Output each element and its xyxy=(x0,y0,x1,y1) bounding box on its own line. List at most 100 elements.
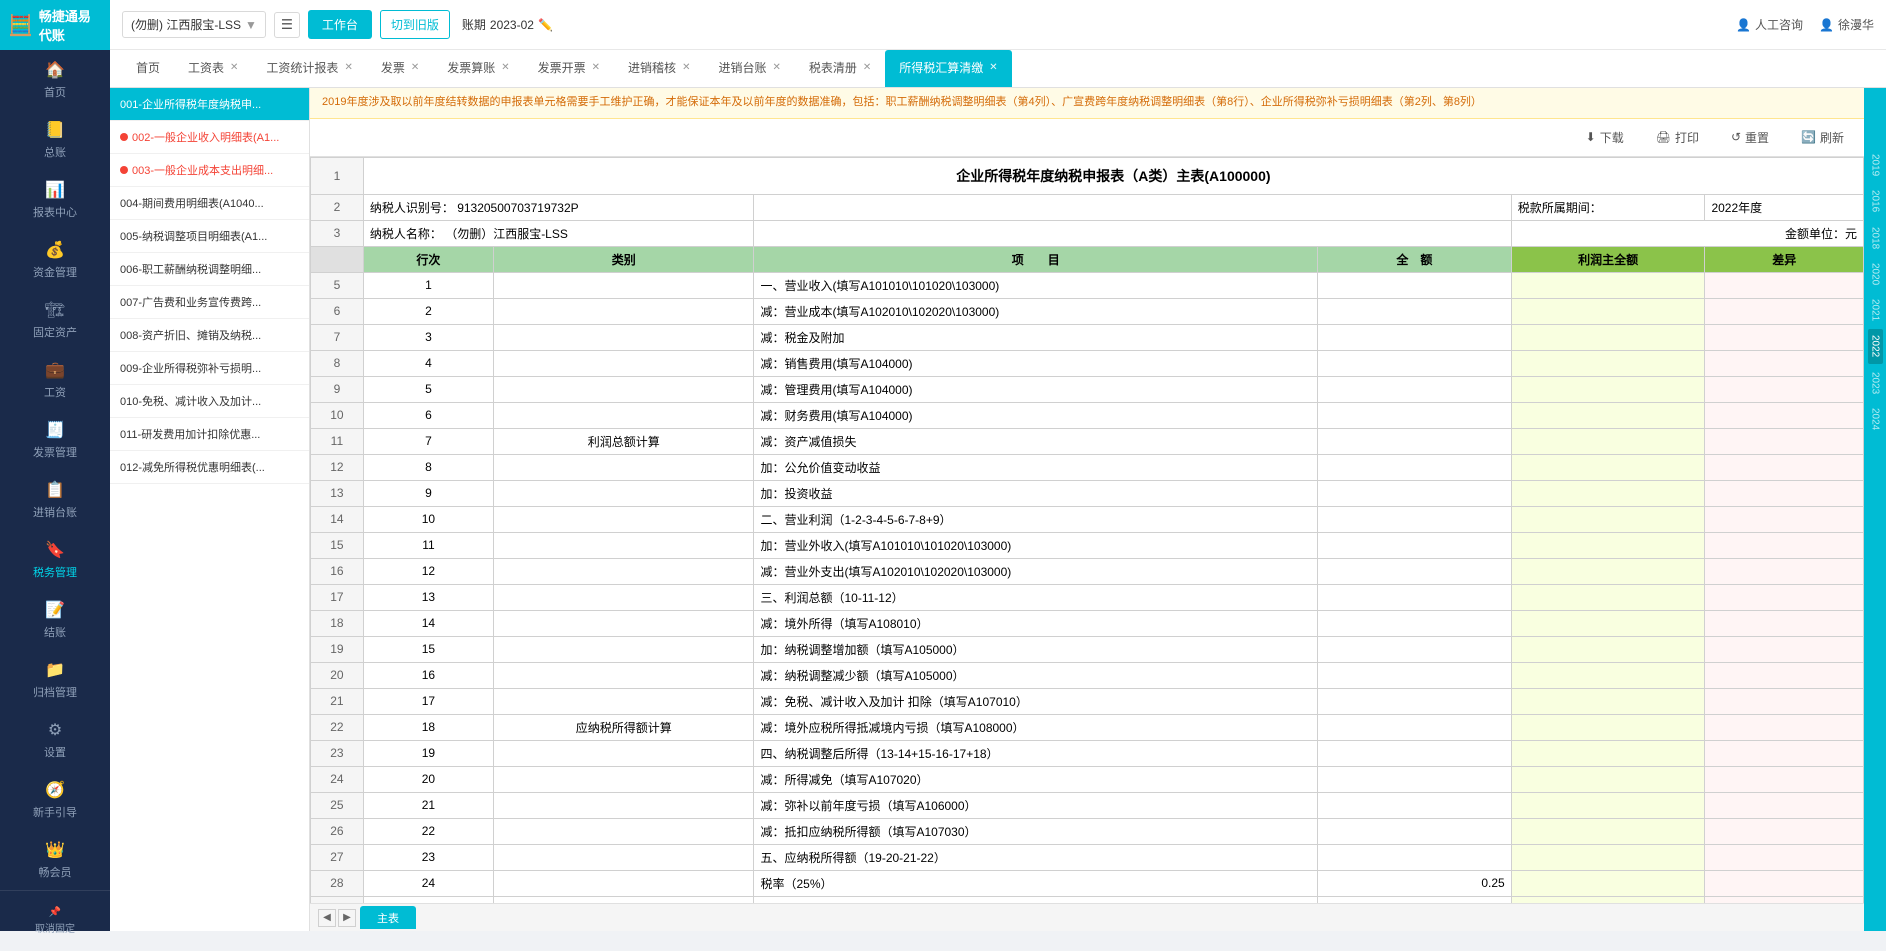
year-2022[interactable]: 2022 xyxy=(1868,329,1883,363)
profit-22[interactable] xyxy=(1511,818,1705,844)
tab-check[interactable]: 进销稽核 ✕ xyxy=(614,50,704,88)
amount-21[interactable] xyxy=(1318,792,1512,818)
item-15[interactable]: 加：纳税调整增加额（填写A105000） xyxy=(754,636,1318,662)
amount-17[interactable] xyxy=(1318,688,1512,714)
line-1[interactable]: 1 xyxy=(363,272,493,298)
profit-5[interactable] xyxy=(1511,376,1705,402)
diff-2[interactable] xyxy=(1705,298,1864,324)
sidebar-item-tax[interactable]: 🔖 税务管理 xyxy=(0,530,110,590)
item-2[interactable]: 减：营业成本(填写A102010\102020\103000) xyxy=(754,298,1318,324)
amount-15[interactable] xyxy=(1318,636,1512,662)
item-16[interactable]: 减：纳税调整减少额（填写A105000） xyxy=(754,662,1318,688)
line-13[interactable]: 13 xyxy=(363,584,493,610)
diff-17[interactable] xyxy=(1705,688,1864,714)
year-2021[interactable]: 2021 xyxy=(1868,293,1883,327)
line-9[interactable]: 9 xyxy=(363,480,493,506)
amount-6[interactable] xyxy=(1318,402,1512,428)
amount-9[interactable] xyxy=(1318,480,1512,506)
left-panel-item-007[interactable]: 007-广告费和业务宣传费跨... xyxy=(110,286,309,319)
line-2[interactable]: 2 xyxy=(363,298,493,324)
amount-12[interactable] xyxy=(1318,558,1512,584)
year-2023[interactable]: 2023 xyxy=(1868,366,1883,400)
sheet-next-arrow[interactable]: ▶ xyxy=(338,909,356,927)
profit-11[interactable] xyxy=(1511,532,1705,558)
tab-invoice-open[interactable]: 发票开票 ✕ xyxy=(524,50,614,88)
profit-20[interactable] xyxy=(1511,766,1705,792)
sidebar-item-vip[interactable]: 👑 畅会员 xyxy=(0,830,110,890)
diff-16[interactable] xyxy=(1705,662,1864,688)
diff-21[interactable] xyxy=(1705,792,1864,818)
item-6[interactable]: 减：财务费用(填写A104000) xyxy=(754,402,1318,428)
sidebar-item-payroll[interactable]: 💼 工资 xyxy=(0,350,110,410)
bottom-tab-main[interactable]: 主表 xyxy=(360,906,416,929)
diff-1[interactable] xyxy=(1705,272,1864,298)
profit-15[interactable] xyxy=(1511,636,1705,662)
line-12[interactable]: 12 xyxy=(363,558,493,584)
diff-3[interactable] xyxy=(1705,324,1864,350)
item-12[interactable]: 减：营业外支出(填写A102010\102020\103000) xyxy=(754,558,1318,584)
left-panel-item-008[interactable]: 008-资产折旧、摊销及纳税... xyxy=(110,319,309,352)
left-panel-item-009[interactable]: 009-企业所得税弥补亏损明... xyxy=(110,352,309,385)
sidebar-item-ledger[interactable]: 📒 总账 xyxy=(0,110,110,170)
line-4[interactable]: 4 xyxy=(363,350,493,376)
year-2018[interactable]: 2018 xyxy=(1868,221,1883,255)
tab-income-tax-close[interactable]: ✕ xyxy=(989,62,997,73)
left-panel-item-003[interactable]: 003-一般企业成本支出明细... xyxy=(110,154,309,187)
amount-14[interactable] xyxy=(1318,610,1512,636)
item-13[interactable]: 三、利润总额（10-11-12） xyxy=(754,584,1318,610)
tab-income-tax[interactable]: 所得税汇算清缴 ✕ xyxy=(885,50,1011,88)
sidebar-item-close[interactable]: 📝 结账 xyxy=(0,590,110,650)
left-panel-item-001[interactable]: 001-企业所得税年度纳税申... xyxy=(110,88,309,121)
item-20[interactable]: 减：所得减免（填写A107020） xyxy=(754,766,1318,792)
sidebar-item-guide[interactable]: 🧭 新手引导 xyxy=(0,770,110,830)
profit-19[interactable] xyxy=(1511,740,1705,766)
tab-payroll-stats[interactable]: 工资统计报表 ✕ xyxy=(252,50,366,88)
line-14[interactable]: 14 xyxy=(363,610,493,636)
amount-18[interactable] xyxy=(1318,714,1512,740)
profit-7[interactable] xyxy=(1511,428,1705,454)
line-3[interactable]: 3 xyxy=(363,324,493,350)
diff-5[interactable] xyxy=(1705,376,1864,402)
sheet-prev-arrow[interactable]: ◀ xyxy=(318,909,336,927)
left-panel-item-005[interactable]: 005-纳税调整项目明细表(A1... xyxy=(110,220,309,253)
reset-button[interactable]: ↺ 重置 xyxy=(1723,125,1777,150)
line-6[interactable]: 6 xyxy=(363,402,493,428)
tab-invoice-open-close[interactable]: ✕ xyxy=(592,62,600,73)
tab-invoice-calc-close[interactable]: ✕ xyxy=(501,62,509,73)
line-5[interactable]: 5 xyxy=(363,376,493,402)
tab-invoice-close[interactable]: ✕ xyxy=(411,62,419,73)
tab-payroll[interactable]: 工资表 ✕ xyxy=(174,50,252,88)
sidebar-item-archive[interactable]: 📁 归档管理 xyxy=(0,650,110,710)
amount-3[interactable] xyxy=(1318,324,1512,350)
item-23[interactable]: 五、应纳税所得额（19-20-21-22） xyxy=(754,844,1318,870)
profit-13[interactable] xyxy=(1511,584,1705,610)
profit-8[interactable] xyxy=(1511,454,1705,480)
year-2020[interactable]: 2020 xyxy=(1868,257,1883,291)
amount-24[interactable]: 0.25 xyxy=(1318,870,1512,896)
diff-20[interactable] xyxy=(1705,766,1864,792)
profit-4[interactable] xyxy=(1511,350,1705,376)
profit-9[interactable] xyxy=(1511,480,1705,506)
profit-6[interactable] xyxy=(1511,402,1705,428)
diff-13[interactable] xyxy=(1705,584,1864,610)
tab-tax-clear[interactable]: 税表清册 ✕ xyxy=(795,50,885,88)
sidebar-item-invoice[interactable]: 🧾 发票管理 xyxy=(0,410,110,470)
diff-10[interactable] xyxy=(1705,506,1864,532)
user-profile-button[interactable]: 👤 徐漫华 xyxy=(1819,16,1874,33)
line-16[interactable]: 16 xyxy=(363,662,493,688)
amount-13[interactable] xyxy=(1318,584,1512,610)
profit-21[interactable] xyxy=(1511,792,1705,818)
left-panel-item-010[interactable]: 010-免税、减计收入及加计... xyxy=(110,385,309,418)
item-7[interactable]: 减：资产减值损失 xyxy=(754,428,1318,454)
diff-14[interactable] xyxy=(1705,610,1864,636)
amount-2[interactable] xyxy=(1318,298,1512,324)
amount-20[interactable] xyxy=(1318,766,1512,792)
item-9[interactable]: 加：投资收益 xyxy=(754,480,1318,506)
profit-17[interactable] xyxy=(1511,688,1705,714)
item-24[interactable]: 税率（25%） xyxy=(754,870,1318,896)
download-button[interactable]: ⬇ 下载 xyxy=(1578,125,1632,150)
amount-11[interactable] xyxy=(1318,532,1512,558)
tab-ledger[interactable]: 进销台账 ✕ xyxy=(704,50,794,88)
tab-tax-clear-close[interactable]: ✕ xyxy=(863,62,871,73)
diff-8[interactable] xyxy=(1705,454,1864,480)
